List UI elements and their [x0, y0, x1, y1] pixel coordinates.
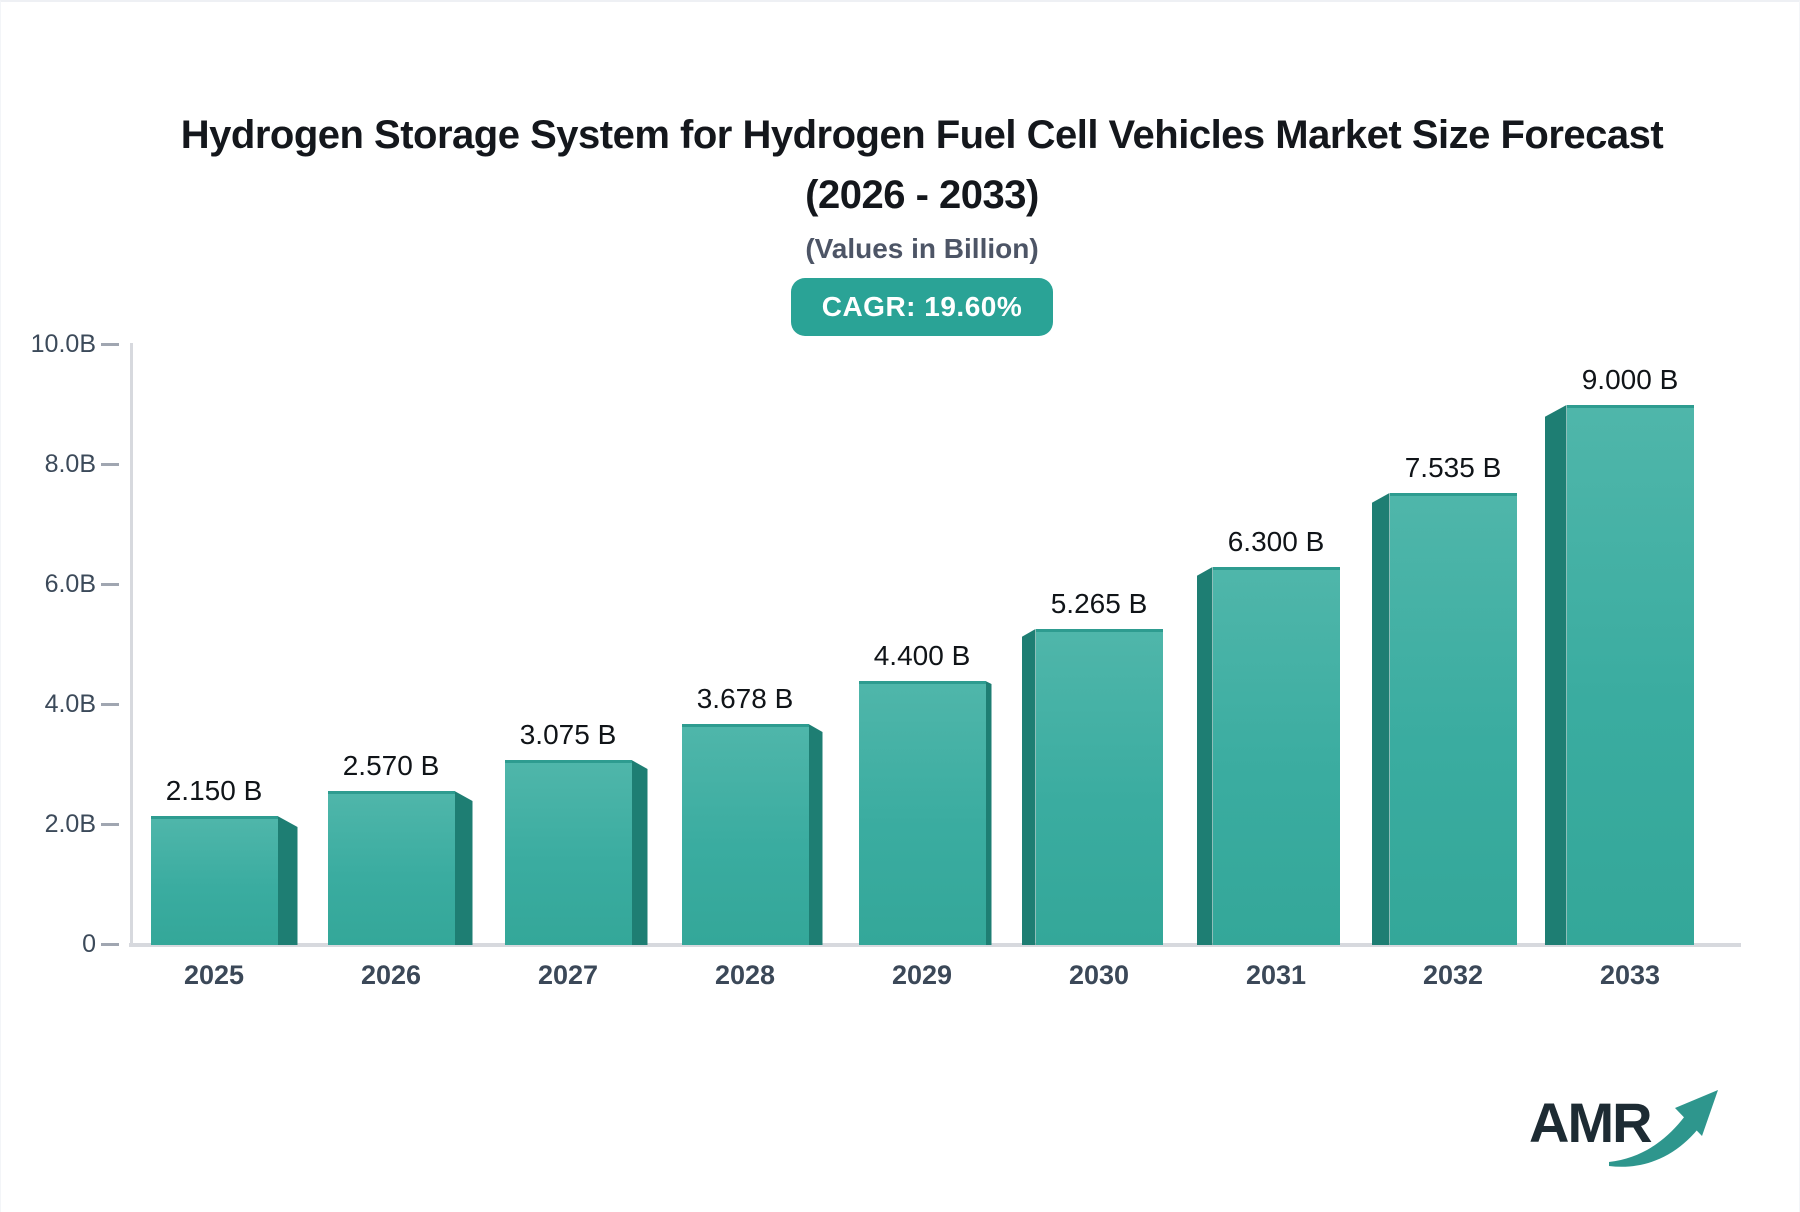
bar-value-label: 3.678 B — [696, 683, 794, 714]
x-axis-label-2025: 2025 — [183, 960, 245, 990]
bar-side-face-2032 — [1371, 493, 1390, 945]
bar-side-face-2028 — [808, 724, 823, 945]
bar-2028 — [681, 724, 809, 945]
bar-value-label: 7.535 B — [1404, 452, 1502, 483]
chart-card: Hydrogen Storage System for Hydrogen Fue… — [0, 0, 1800, 1212]
bar-value-label: 9.000 B — [1581, 364, 1679, 395]
logo-arrow-icon — [1609, 1090, 1718, 1167]
y-tick-mark — [101, 703, 119, 706]
bar-2032 — [1389, 493, 1517, 945]
amr-logo: AMR — [1529, 1090, 1719, 1185]
y-tick-label: 0 — [82, 930, 96, 958]
x-axis-label-2026: 2026 — [360, 960, 422, 990]
y-tick-label: 6.0B — [44, 570, 96, 598]
x-axis-label-2031: 2031 — [1245, 960, 1307, 990]
bar-side-face-2030 — [1021, 629, 1036, 945]
x-axis-label-2028: 2028 — [714, 960, 776, 990]
y-tick-label: 8.0B — [44, 450, 96, 478]
y-tick-mark — [101, 463, 119, 466]
x-axis-label-2027: 2027 — [537, 960, 599, 990]
bar-value-label: 6.300 B — [1227, 526, 1325, 557]
x-axis-label-2030: 2030 — [1068, 960, 1130, 990]
bar-chart-plot-area: 0 2.0B 4.0B 6.0B 8.0B 10.0B 2.150 B 2025 2.570 B… — [1, 2, 1799, 1212]
y-tick-mark — [101, 583, 119, 586]
bar-2025 — [150, 816, 278, 945]
bar-2031 — [1212, 567, 1340, 945]
bar-side-face-2027 — [631, 760, 648, 945]
bar-value-label: 2.570 B — [342, 750, 440, 781]
y-tick-mark — [101, 943, 119, 946]
bar-side-face-2031 — [1196, 567, 1213, 945]
y-axis-line — [130, 343, 133, 945]
bar-2030 — [1035, 629, 1163, 945]
bar-2029 — [858, 681, 986, 945]
y-tick-label: 10.0B — [30, 330, 96, 358]
x-axis-label-2033: 2033 — [1599, 960, 1661, 990]
bar-side-face-2029 — [985, 681, 992, 945]
bar-value-label: 3.075 B — [519, 719, 617, 750]
bar-side-face-2025 — [277, 816, 298, 945]
bar-value-label: 4.400 B — [873, 640, 971, 671]
y-tick-label: 4.0B — [44, 690, 96, 718]
bar-side-face-2026 — [454, 791, 473, 945]
y-tick-mark — [101, 823, 119, 826]
x-axis-label-2029: 2029 — [891, 960, 953, 990]
bar-value-label: 5.265 B — [1050, 588, 1148, 619]
bar-side-face-2033 — [1544, 405, 1567, 945]
bar-2033 — [1566, 405, 1694, 945]
bar-2026 — [327, 791, 455, 945]
y-tick-label: 2.0B — [44, 810, 96, 838]
bar-2027 — [504, 760, 632, 945]
x-axis-label-2032: 2032 — [1422, 960, 1484, 990]
y-tick-mark — [101, 343, 119, 346]
